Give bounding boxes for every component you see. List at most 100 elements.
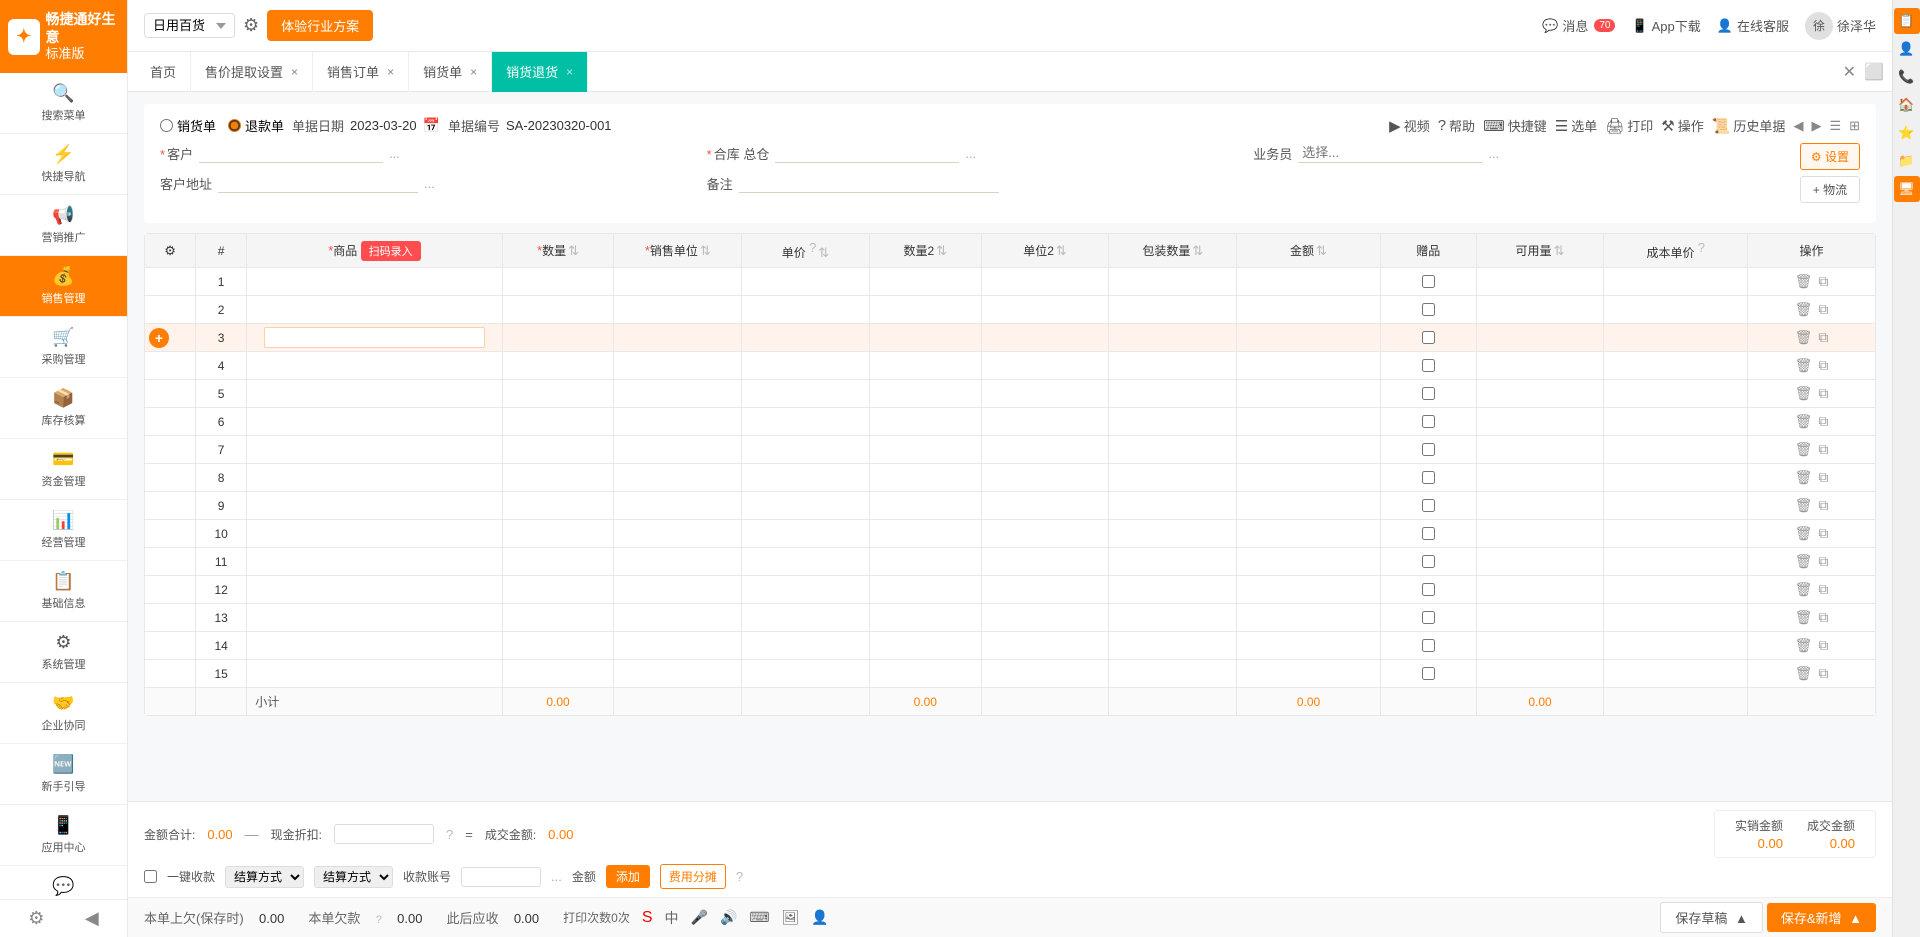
row-product-15[interactable]	[247, 660, 502, 688]
rs-star-icon[interactable]: ⭐	[1894, 120, 1920, 146]
row-copy-9[interactable]: ⧉	[1818, 497, 1828, 514]
gift-checkbox-2[interactable]	[1422, 303, 1435, 316]
tab-close-sales-order[interactable]: ×	[387, 65, 394, 79]
row-copy-2[interactable]: ⧉	[1818, 301, 1828, 318]
row-copy-11[interactable]: ⧉	[1818, 553, 1828, 570]
row-delete-15[interactable]: 🗑	[1795, 665, 1813, 682]
discount-input[interactable]	[334, 824, 434, 844]
row-copy-6[interactable]: ⧉	[1818, 413, 1828, 430]
row-price-5[interactable]	[742, 380, 870, 408]
gift-checkbox-9[interactable]	[1422, 499, 1435, 512]
row-unit-8[interactable]	[614, 464, 742, 492]
rs-phone-icon[interactable]: 📞	[1894, 64, 1920, 90]
address-select-icon[interactable]: ...	[424, 176, 435, 191]
row-delete-3[interactable]: 🗑	[1795, 329, 1813, 346]
row-avail-3[interactable]	[1476, 324, 1604, 352]
row-product-10[interactable]	[247, 520, 502, 548]
row-pack-10[interactable]	[1109, 520, 1237, 548]
gift-checkbox-14[interactable]	[1422, 639, 1435, 652]
row-avail-4[interactable]	[1476, 352, 1604, 380]
row-avail-6[interactable]	[1476, 408, 1604, 436]
row-avail-14[interactable]	[1476, 632, 1604, 660]
row-qty2-8[interactable]	[869, 464, 981, 492]
row-price-13[interactable]	[742, 604, 870, 632]
app-download-item[interactable]: 📱 App下载	[1631, 16, 1700, 35]
row-pack-7[interactable]	[1109, 436, 1237, 464]
row-qty-2[interactable]	[502, 296, 614, 324]
row-qty2-13[interactable]	[869, 604, 981, 632]
topbar-gear-icon[interactable]: ⚙	[243, 15, 259, 36]
row-delete-4[interactable]: 🗑	[1795, 357, 1813, 374]
row-avail-10[interactable]	[1476, 520, 1604, 548]
row-unit-11[interactable]	[614, 548, 742, 576]
row-amount-5[interactable]	[1237, 380, 1381, 408]
row-qty2-6[interactable]	[869, 408, 981, 436]
row-unit-1[interactable]	[614, 268, 742, 296]
debt-help[interactable]: ?	[376, 914, 382, 926]
row-pack-6[interactable]	[1109, 408, 1237, 436]
row-pack-4[interactable]	[1109, 352, 1237, 380]
row-qty2-1[interactable]	[869, 268, 981, 296]
row-price-8[interactable]	[742, 464, 870, 492]
row-unit2-8[interactable]	[981, 464, 1109, 492]
gift-checkbox-11[interactable]	[1422, 555, 1435, 568]
settings-btn[interactable]: ⚙ 设置	[1800, 143, 1860, 170]
save-new-btn[interactable]: 保存&新增 ▲	[1767, 903, 1876, 932]
avail-sort[interactable]: ⇅	[1554, 243, 1565, 258]
nav-prev-icon[interactable]: ◀	[1793, 118, 1803, 134]
rs-user-icon[interactable]: 👤	[1894, 36, 1920, 62]
row-price-9[interactable]	[742, 492, 870, 520]
row-qty-10[interactable]	[502, 520, 614, 548]
row-avail-12[interactable]	[1476, 576, 1604, 604]
row-copy-5[interactable]: ⧉	[1818, 385, 1828, 402]
row-amount-12[interactable]	[1237, 576, 1381, 604]
tab-price-set[interactable]: 售价提取设置 ×	[191, 52, 313, 92]
row-qty-8[interactable]	[502, 464, 614, 492]
row-price-2[interactable]	[742, 296, 870, 324]
tab-sales-out[interactable]: 销货单 ×	[409, 52, 492, 92]
row-delete-11[interactable]: 🗑	[1795, 553, 1813, 570]
row-pack-15[interactable]	[1109, 660, 1237, 688]
row-unit2-13[interactable]	[981, 604, 1109, 632]
row-amount-4[interactable]	[1237, 352, 1381, 380]
remark-input[interactable]	[739, 173, 999, 193]
row-unit-2[interactable]	[614, 296, 742, 324]
fullscreen-icon[interactable]: ⬜	[1864, 62, 1884, 82]
row-avail-13[interactable]	[1476, 604, 1604, 632]
row-unit2-4[interactable]	[981, 352, 1109, 380]
account-ellipsis[interactable]: ...	[551, 869, 562, 884]
logistics-btn[interactable]: + 物流	[1800, 176, 1860, 203]
row-qty2-7[interactable]	[869, 436, 981, 464]
action-select[interactable]: ☰ 选单	[1555, 116, 1597, 135]
row-product-5[interactable]	[247, 380, 502, 408]
row-product-6[interactable]	[247, 408, 502, 436]
row-pack-11[interactable]	[1109, 548, 1237, 576]
row-unit-6[interactable]	[614, 408, 742, 436]
row-unit2-9[interactable]	[981, 492, 1109, 520]
row-cost-10[interactable]	[1604, 520, 1748, 548]
gift-checkbox-12[interactable]	[1422, 583, 1435, 596]
row-avail-15[interactable]	[1476, 660, 1604, 688]
row-pack-1[interactable]	[1109, 268, 1237, 296]
row-product-13[interactable]	[247, 604, 502, 632]
row-amount-2[interactable]	[1237, 296, 1381, 324]
row-delete-5[interactable]: 🗑	[1795, 385, 1813, 402]
row-copy-7[interactable]: ⧉	[1818, 441, 1828, 458]
row-price-14[interactable]	[742, 632, 870, 660]
gift-checkbox-3[interactable]	[1422, 331, 1435, 344]
row-cost-14[interactable]	[1604, 632, 1748, 660]
row-avail-11[interactable]	[1476, 548, 1604, 576]
row-copy-13[interactable]: ⧉	[1818, 609, 1828, 626]
row-product-4[interactable]	[247, 352, 502, 380]
sidebar-item-finance[interactable]: 💳资金管理	[0, 439, 127, 500]
row-qty-5[interactable]	[502, 380, 614, 408]
row-price-12[interactable]	[742, 576, 870, 604]
row-product-3[interactable]	[247, 324, 502, 352]
gift-checkbox-6[interactable]	[1422, 415, 1435, 428]
row-amount-3[interactable]	[1237, 324, 1381, 352]
row-cost-5[interactable]	[1604, 380, 1748, 408]
row-cost-15[interactable]	[1604, 660, 1748, 688]
row-unit2-12[interactable]	[981, 576, 1109, 604]
user-item[interactable]: 徐 徐泽华	[1805, 12, 1876, 40]
calc-select[interactable]: 结算方式	[314, 866, 393, 888]
